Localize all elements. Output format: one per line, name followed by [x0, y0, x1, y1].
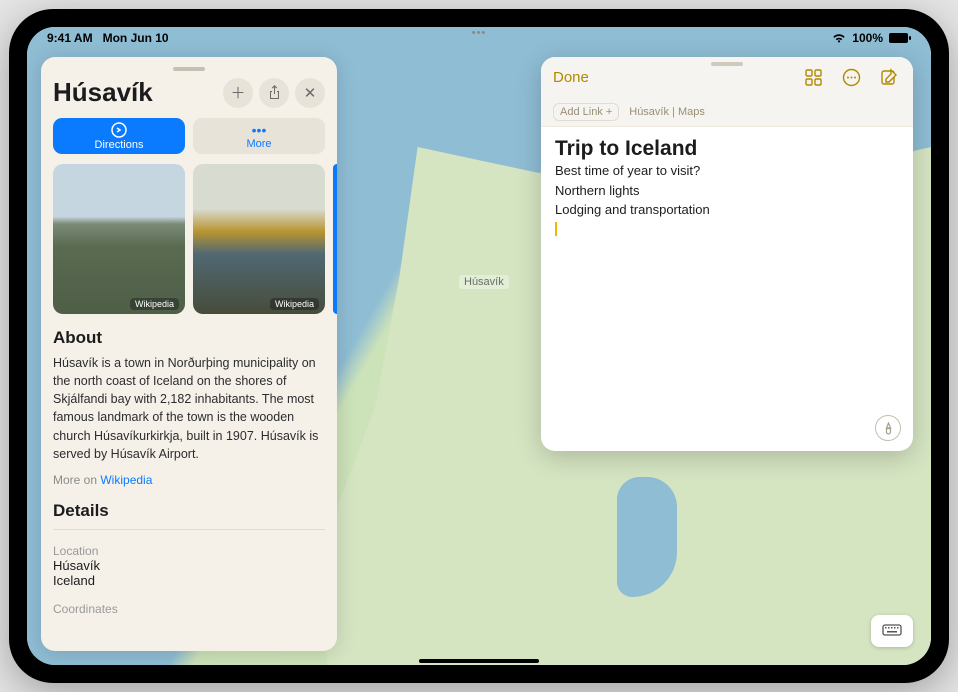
- location-value-1: Húsavík: [53, 558, 325, 573]
- more-on-source: Wikipedia: [100, 473, 152, 487]
- status-time: 9:41 AM: [47, 31, 93, 45]
- gallery-view-button[interactable]: [801, 65, 825, 89]
- notes-panel: Done: [541, 57, 913, 451]
- directions-icon: [111, 122, 127, 138]
- close-button[interactable]: ✕: [295, 78, 325, 108]
- about-text: Húsavík is a town in Norðurþing municipa…: [53, 354, 325, 463]
- share-icon: [268, 85, 281, 100]
- battery-percent: 100%: [852, 31, 883, 45]
- share-button[interactable]: [259, 78, 289, 108]
- location-value-2: Iceland: [53, 573, 325, 588]
- ellipsis-icon: •••: [252, 123, 267, 137]
- more-button[interactable]: ••• More: [193, 118, 325, 154]
- status-date: Mon Jun 10: [103, 31, 169, 45]
- multitask-dots-icon[interactable]: •••: [472, 27, 487, 39]
- photo-1[interactable]: Wikipedia: [53, 164, 185, 314]
- add-button[interactable]: ＋: [223, 78, 253, 108]
- photo-attribution: Wikipedia: [270, 298, 319, 310]
- more-label: More: [246, 138, 271, 150]
- plus-icon: ＋: [230, 82, 245, 103]
- photo-2[interactable]: Wikipedia: [193, 164, 325, 314]
- keyboard-icon: [882, 624, 902, 638]
- link-row: Add Link + Húsavík | Maps: [541, 97, 913, 127]
- more-on-link[interactable]: More on Wikipedia: [53, 473, 325, 487]
- more-on-prefix: More on: [53, 473, 100, 487]
- text-cursor: [555, 222, 557, 236]
- about-heading: About: [53, 328, 325, 348]
- close-icon: ✕: [304, 84, 317, 102]
- add-link-button[interactable]: Add Link +: [553, 103, 619, 121]
- directions-button[interactable]: Directions: [53, 118, 185, 154]
- done-button[interactable]: Done: [553, 69, 589, 86]
- new-note-button[interactable]: [877, 65, 901, 89]
- location-label: Location: [53, 544, 325, 558]
- add-link-label: Add Link: [560, 106, 603, 118]
- plus-icon: +: [606, 106, 612, 118]
- notes-toolbar: Done: [541, 57, 913, 97]
- markup-button[interactable]: [875, 415, 901, 441]
- pencil-icon: [882, 422, 895, 435]
- panel-grabber[interactable]: [173, 67, 205, 71]
- link-breadcrumb[interactable]: Húsavík | Maps: [629, 106, 705, 118]
- photo-3[interactable]: [333, 164, 337, 314]
- keyboard-button[interactable]: [871, 615, 913, 647]
- notes-grabber[interactable]: [711, 62, 743, 66]
- battery-icon: [889, 33, 911, 43]
- wifi-icon: [832, 33, 846, 43]
- compose-icon: [880, 68, 898, 86]
- directions-label: Directions: [95, 139, 144, 151]
- grid-icon: [805, 69, 822, 86]
- more-options-button[interactable]: [839, 65, 863, 89]
- photos-row[interactable]: Wikipedia Wikipedia: [53, 164, 325, 314]
- maps-place-panel: Húsavík ＋ ✕: [41, 57, 337, 651]
- home-indicator[interactable]: [419, 659, 539, 663]
- note-body[interactable]: Trip to Iceland Best time of year to vis…: [541, 127, 913, 451]
- note-line: Best time of year to visit?: [555, 161, 899, 181]
- place-title: Húsavík: [53, 77, 153, 108]
- details-heading: Details: [53, 501, 325, 521]
- map-place-label[interactable]: Húsavík: [459, 275, 509, 289]
- ellipsis-circle-icon: [842, 68, 861, 87]
- note-line: Northern lights: [555, 181, 899, 201]
- photo-attribution: Wikipedia: [130, 298, 179, 310]
- note-title: Trip to Iceland: [555, 137, 899, 161]
- coordinates-label: Coordinates: [53, 602, 325, 616]
- note-line: Lodging and transportation: [555, 200, 899, 220]
